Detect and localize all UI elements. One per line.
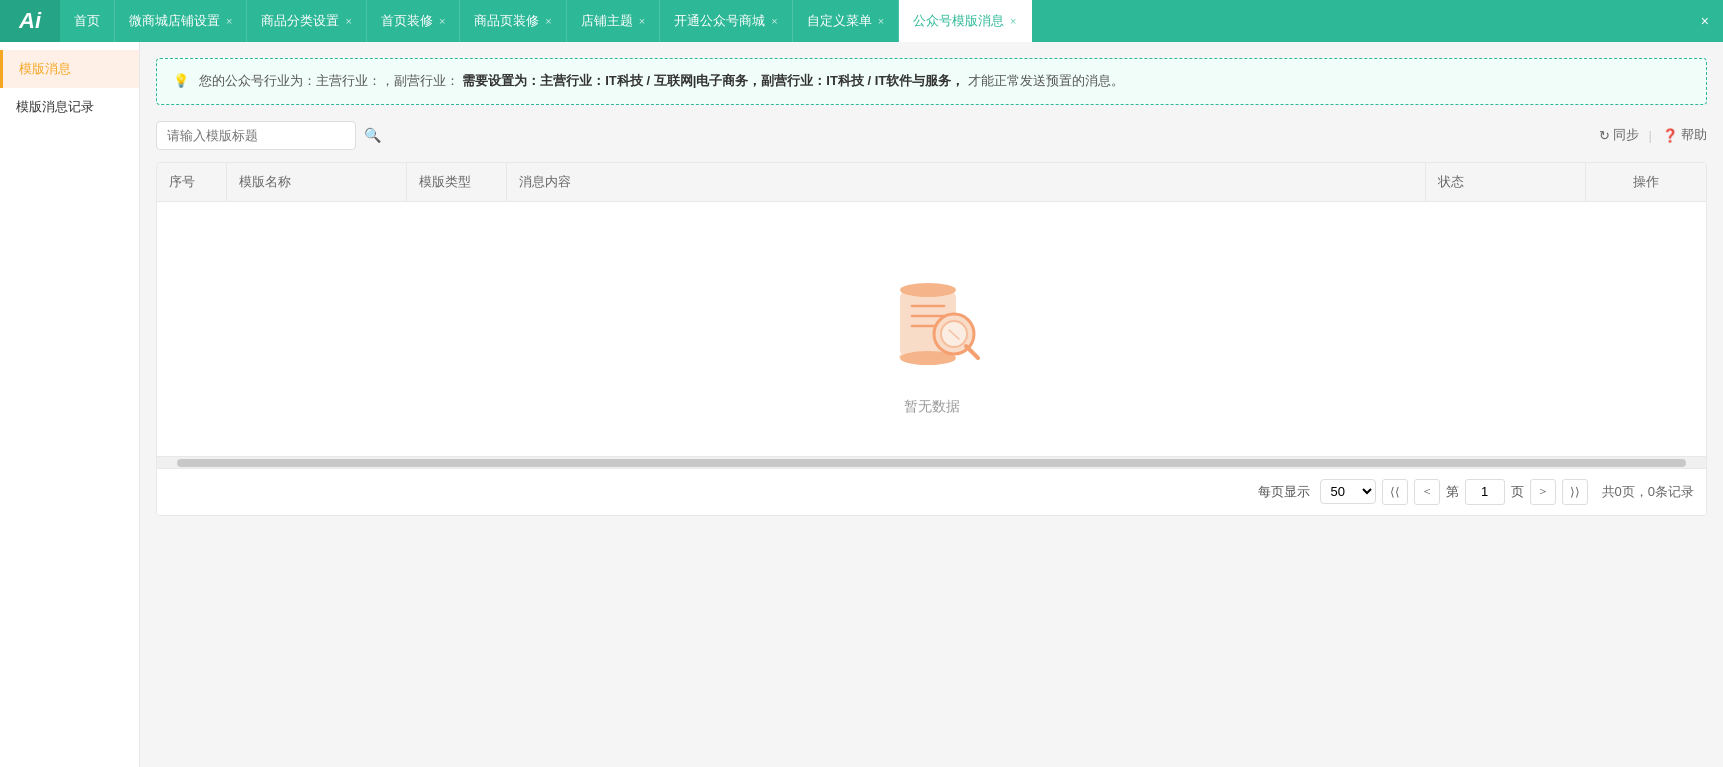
sidebar-item-template-record[interactable]: 模版消息记录: [0, 88, 139, 126]
svg-point-2: [900, 283, 956, 297]
svg-line-9: [966, 346, 978, 358]
nav-close-mall[interactable]: ×: [771, 15, 777, 27]
table-header: 序号 模版名称 模版类型 消息内容 状态 操作: [157, 163, 1706, 202]
nav-item-template-msg[interactable]: 公众号模版消息 ×: [899, 0, 1031, 42]
last-page-button[interactable]: ⟩⟩: [1562, 479, 1588, 505]
search-left: 🔍: [156, 121, 381, 150]
nav-close-menu[interactable]: ×: [878, 15, 884, 27]
nav-label-shop-setting: 微商城店铺设置: [129, 12, 220, 30]
next-page-button[interactable]: ＞: [1530, 479, 1556, 505]
nav-item-menu[interactable]: 自定义菜单 ×: [793, 0, 899, 42]
nav-label-menu: 自定义菜单: [807, 12, 872, 30]
nav-label-category: 商品分类设置: [261, 12, 339, 30]
horizontal-scrollbar[interactable]: [157, 456, 1706, 468]
page-label-before: 第: [1446, 483, 1459, 501]
sidebar-item-template-msg[interactable]: 模版消息: [0, 50, 139, 88]
col-header-name: 模版名称: [227, 163, 407, 201]
search-input[interactable]: [156, 121, 356, 150]
total-info: 共0页，0条记录: [1602, 483, 1694, 501]
sidebar: 模版消息 模版消息记录: [0, 42, 140, 767]
main-layout: 模版消息 模版消息记录 💡 您的公众号行业为：主营行业：，副营行业： 需要设置为…: [0, 42, 1723, 767]
nav-label-product-page: 商品页装修: [474, 12, 539, 30]
search-bar: 🔍 ↻ 同步 | ❓ 帮助: [156, 121, 1707, 150]
nav-close-template-msg[interactable]: ×: [1010, 15, 1016, 27]
first-page-button[interactable]: ⟨⟨: [1382, 479, 1408, 505]
help-button[interactable]: ❓ 帮助: [1662, 126, 1707, 144]
col-header-type: 模版类型: [407, 163, 507, 201]
nav-item-product-page[interactable]: 商品页装修 ×: [460, 0, 566, 42]
nav-item-homepage[interactable]: 首页装修 ×: [367, 0, 460, 42]
page-size-select[interactable]: 50 20 100: [1320, 479, 1376, 504]
col-header-action: 操作: [1586, 163, 1706, 201]
logo: Ai: [0, 0, 60, 42]
scrollbar-thumb[interactable]: [177, 459, 1686, 467]
last-page-icon: ⟩⟩: [1570, 485, 1580, 499]
col-header-seq: 序号: [157, 163, 227, 201]
nav-item-category[interactable]: 商品分类设置 ×: [247, 0, 366, 42]
nav-item-mall[interactable]: 开通公众号商城 ×: [660, 0, 792, 42]
nav-label-template-msg: 公众号模版消息: [913, 12, 1004, 30]
page-number-input[interactable]: [1465, 479, 1505, 505]
notice-highlight: 需要设置为：主营行业：IT科技 / 互联网|电子商务，副营行业：IT科技 / I…: [462, 73, 964, 88]
prev-page-button[interactable]: ＜: [1414, 479, 1440, 505]
nav-item-shop-setting[interactable]: 微商城店铺设置 ×: [115, 0, 247, 42]
nav-label-homepage: 首页装修: [381, 12, 433, 30]
next-page-icon: ＞: [1537, 483, 1549, 500]
help-icon: ❓: [1662, 128, 1678, 143]
search-icon: 🔍: [364, 127, 381, 143]
col-header-status: 状态: [1426, 163, 1586, 201]
page-size-label: 每页显示: [1258, 483, 1310, 501]
empty-text: 暂无数据: [904, 398, 960, 416]
prev-page-icon: ＜: [1421, 483, 1433, 500]
nav-label-home: 首页: [74, 12, 100, 30]
first-page-icon: ⟨⟨: [1390, 485, 1400, 499]
empty-illustration: [872, 262, 992, 382]
content-area: 💡 您的公众号行业为：主营行业：，副营行业： 需要设置为：主营行业：IT科技 /…: [140, 42, 1723, 767]
notice-box: 💡 您的公众号行业为：主营行业：，副营行业： 需要设置为：主营行业：IT科技 /…: [156, 58, 1707, 105]
notice-prefix: 您的公众号行业为：主营行业：，副营行业：: [199, 73, 459, 88]
nav-close-homepage[interactable]: ×: [439, 15, 445, 27]
nav-close-theme[interactable]: ×: [639, 15, 645, 27]
global-close-button[interactable]: ×: [1687, 13, 1723, 29]
nav-close-product-page[interactable]: ×: [545, 15, 551, 27]
pagination: 每页显示 50 20 100 ⟨⟨ ＜ 第 页 ＞: [157, 468, 1706, 515]
nav-item-home[interactable]: 首页: [60, 0, 115, 42]
top-nav: Ai 首页 微商城店铺设置 × 商品分类设置 × 首页装修 × 商品页装修 × …: [0, 0, 1723, 42]
toolbar-divider: |: [1649, 128, 1652, 143]
sync-button[interactable]: ↻ 同步: [1599, 126, 1639, 144]
nav-label-theme: 店铺主题: [581, 12, 633, 30]
notice-suffix: 才能正常发送预置的消息。: [968, 73, 1124, 88]
nav-item-theme[interactable]: 店铺主题 ×: [567, 0, 660, 42]
notice-icon: 💡: [173, 73, 189, 88]
empty-state: 暂无数据: [157, 202, 1706, 456]
nav-label-mall: 开通公众号商城: [674, 12, 765, 30]
sync-icon: ↻: [1599, 128, 1610, 143]
nav-close-category[interactable]: ×: [345, 15, 351, 27]
toolbar-right: ↻ 同步 | ❓ 帮助: [1599, 126, 1707, 144]
search-button[interactable]: 🔍: [364, 127, 381, 143]
nav-close-shop-setting[interactable]: ×: [226, 15, 232, 27]
page-label-after: 页: [1511, 483, 1524, 501]
data-table: 序号 模版名称 模版类型 消息内容 状态 操作: [156, 162, 1707, 516]
col-header-content: 消息内容: [507, 163, 1426, 201]
